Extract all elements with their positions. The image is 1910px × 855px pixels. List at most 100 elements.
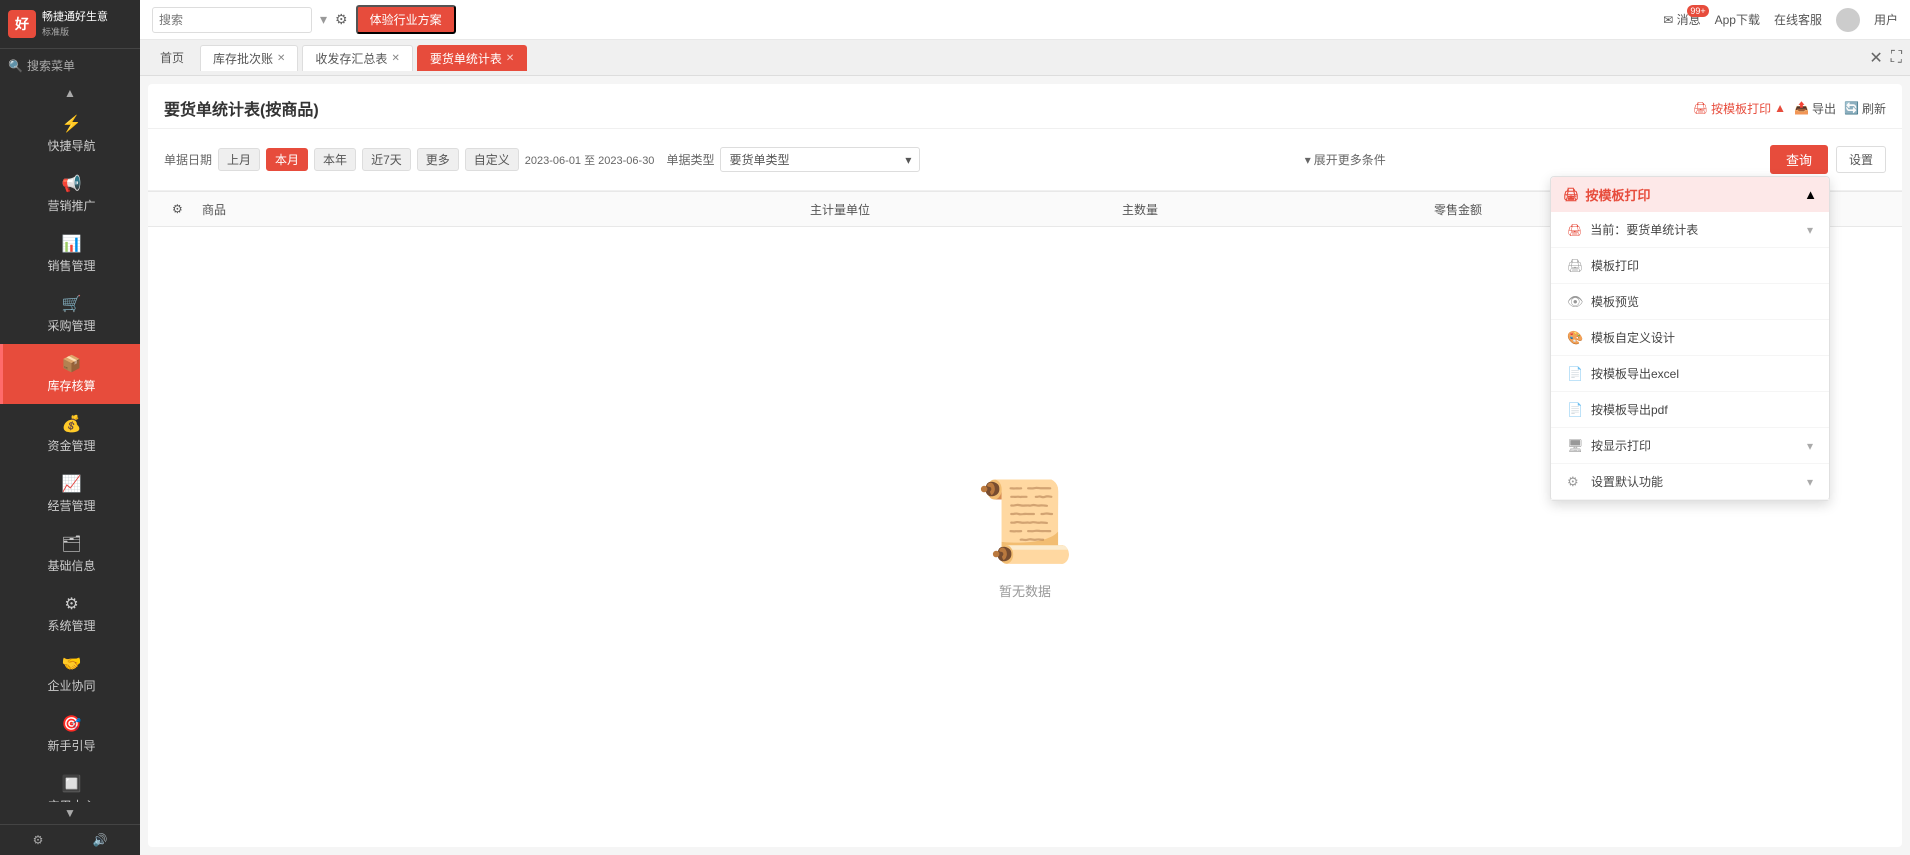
- tabs-bar: 首页 库存批次账 ✕ 收发存汇总表 ✕ 要货单统计表 ✕ ✕ ⛶: [140, 40, 1910, 76]
- display-print-expand-icon: ▾: [1807, 439, 1813, 453]
- tab-order-stats-close[interactable]: ✕: [506, 53, 514, 64]
- search-input[interactable]: [152, 7, 312, 33]
- print-menu-icon: 🖨: [1563, 187, 1580, 203]
- date-btn-prev-month[interactable]: 上月: [218, 148, 260, 171]
- close-window-btn[interactable]: ✕: [1869, 48, 1882, 68]
- finance-icon: 💰: [62, 414, 82, 434]
- display-print-label: 按显示打印: [1591, 437, 1651, 454]
- sidebar-item-basic[interactable]: 🗂 基础信息: [0, 524, 140, 584]
- settings-gear-icon[interactable]: ⚙: [335, 11, 348, 28]
- dropdown-collapse-icon[interactable]: ▲: [1804, 187, 1817, 202]
- sidebar-item-purchase[interactable]: 🛒 采购管理: [0, 284, 140, 344]
- scroll-down-btn[interactable]: ▼: [0, 802, 140, 824]
- tab-order-stats[interactable]: 要货单统计表 ✕: [417, 45, 527, 71]
- type-filter-select[interactable]: 要货单类型 ▾: [720, 147, 920, 172]
- marketing-icon: 📢: [62, 174, 82, 194]
- date-btn-current-year[interactable]: 本年: [314, 148, 356, 171]
- empty-text: 暂无数据: [999, 581, 1051, 600]
- dropdown-arrow-icon[interactable]: ▾: [320, 11, 327, 28]
- export-pdf-icon: 📄: [1567, 402, 1583, 418]
- date-btn-custom[interactable]: 自定义: [465, 148, 519, 171]
- dropdown-item-template-design[interactable]: 🎨 模板自定义设计: [1551, 320, 1829, 356]
- sidebar-item-label: 新手引导: [47, 737, 95, 754]
- template-preview-icon: 👁: [1567, 294, 1583, 310]
- sidebar-item-finance[interactable]: 💰 资金管理: [0, 404, 140, 464]
- setting-btn[interactable]: 设置: [1836, 146, 1886, 173]
- template-design-icon: 🎨: [1567, 330, 1583, 346]
- topbar: ▾ ⚙ 体验行业方案 ✉ 99+ 消息 App下载 在线客服 用户: [140, 0, 1910, 40]
- dropdown-item-export-excel[interactable]: 📄 按模板导出excel: [1551, 356, 1829, 392]
- tab-home[interactable]: 首页: [148, 45, 196, 70]
- display-print-icon: 🖥: [1567, 438, 1583, 454]
- online-service-btn[interactable]: 在线客服: [1774, 11, 1822, 28]
- dropdown-item-set-default[interactable]: ⚙ 设置默认功能 ▾: [1551, 464, 1829, 500]
- sidebar-item-sales[interactable]: 📊 销售管理: [0, 224, 140, 284]
- col-qty: 主数量: [1114, 201, 1426, 218]
- tab-inventory-batch[interactable]: 库存批次账 ✕: [200, 45, 298, 71]
- sidebar-item-operation[interactable]: 📈 经营管理: [0, 464, 140, 524]
- trial-btn[interactable]: 体验行业方案: [356, 5, 456, 34]
- search-icon: 🔍: [8, 59, 23, 73]
- messages-btn[interactable]: ✉ 99+ 消息: [1663, 11, 1700, 28]
- sidebar-item-label: 资金管理: [47, 437, 95, 454]
- search-menu[interactable]: 🔍 搜索菜单: [0, 49, 140, 82]
- dropdown-item-template-preview[interactable]: 👁 模板预览: [1551, 284, 1829, 320]
- avatar[interactable]: [1836, 8, 1860, 32]
- current-label-icon: 🖨: [1567, 223, 1582, 237]
- sidebar-nav: ⚡ 快捷导航 📢 营销推广 📊 销售管理 🛒 采购管理 📦 库存核算 💰 资金管…: [0, 104, 140, 802]
- dropdown-item-display-print[interactable]: 🖥 按显示打印 ▾: [1551, 428, 1829, 464]
- settings-btn[interactable]: ⚙: [33, 833, 44, 847]
- print-dropdown-icon[interactable]: ▲: [1774, 101, 1786, 115]
- export-pdf-label: 按模板导出pdf: [1591, 401, 1668, 418]
- current-expand-icon[interactable]: ▾: [1807, 223, 1813, 237]
- sidebar-item-apps[interactable]: 🔲 应用中心: [0, 764, 140, 802]
- sidebar-item-guide[interactable]: 🎯 新手引导: [0, 704, 140, 764]
- date-range-display: 2023-06-01 至 2023-06-30: [525, 152, 655, 168]
- dropdown-header[interactable]: 🖨 按模板打印 ▲: [1551, 177, 1829, 212]
- sidebar-item-inventory[interactable]: 📦 库存核算: [0, 344, 140, 404]
- message-icon: ✉: [1663, 13, 1673, 27]
- expand-btn-label: 展开更多条件: [1314, 151, 1386, 168]
- template-print-icon: 🖨: [1567, 258, 1583, 274]
- tab-collect-summary-close[interactable]: ✕: [391, 53, 399, 64]
- export-btn[interactable]: 📤 导出: [1794, 100, 1836, 117]
- print-btn[interactable]: 🖨 按模板打印 ▲: [1693, 100, 1786, 117]
- tab-order-stats-label: 要货单统计表: [430, 50, 502, 67]
- sidebar-item-system[interactable]: ⚙ 系统管理: [0, 584, 140, 644]
- tab-collect-summary[interactable]: 收发存汇总表 ✕: [302, 45, 412, 71]
- dropdown-header-left: 🖨 按模板打印: [1563, 185, 1651, 204]
- expand-window-btn[interactable]: ⛶: [1891, 49, 1902, 67]
- date-btn-current-month[interactable]: 本月: [266, 148, 308, 171]
- refresh-icon: 🔄: [1844, 101, 1859, 115]
- basic-icon: 🗂: [61, 534, 81, 554]
- sidebar-item-collab[interactable]: 🤝 企业协同: [0, 644, 140, 704]
- print-icon: 🖨: [1693, 101, 1708, 115]
- set-default-expand-icon: ▾: [1807, 475, 1813, 489]
- template-print-label: 模板打印: [1591, 257, 1639, 274]
- sidebar-item-marketing[interactable]: 📢 营销推广: [0, 164, 140, 224]
- expand-more-btn[interactable]: ▾ 展开更多条件: [1293, 147, 1398, 172]
- dropdown-item-export-pdf[interactable]: 📄 按模板导出pdf: [1551, 392, 1829, 428]
- select-dropdown-icon: ▾: [905, 153, 911, 167]
- logo-icon: 好: [8, 10, 36, 38]
- refresh-btn[interactable]: 🔄 刷新: [1844, 100, 1886, 117]
- date-btn-more[interactable]: 更多: [417, 148, 459, 171]
- tab-inventory-batch-close[interactable]: ✕: [277, 53, 285, 64]
- app-name: 畅捷通好生意: [42, 10, 108, 24]
- topbar-right: ✉ 99+ 消息 App下载 在线客服 用户: [1663, 8, 1898, 32]
- page-header: 要货单统计表(按商品) 🖨 按模板打印 ▲ 📤 导出 🔄 刷新: [148, 84, 1902, 129]
- scroll-up-btn[interactable]: ▲: [0, 82, 140, 104]
- dropdown-item-template-print[interactable]: 🖨 模板打印: [1551, 248, 1829, 284]
- sidebar-item-label: 采购管理: [47, 317, 95, 334]
- username-label: 用户: [1874, 11, 1898, 28]
- sidebar-item-quick-nav[interactable]: ⚡ 快捷导航: [0, 104, 140, 164]
- purchase-icon: 🛒: [62, 294, 82, 314]
- empty-illustration: 📜: [975, 475, 1075, 569]
- query-btn[interactable]: 查询: [1770, 145, 1828, 174]
- tab-inventory-batch-label: 库存批次账: [213, 50, 273, 67]
- sound-btn[interactable]: 🔊: [92, 833, 107, 847]
- date-btn-7days[interactable]: 近7天: [362, 148, 411, 171]
- app-logo: 好 畅捷通好生意 标准版: [0, 0, 140, 49]
- app-download-btn[interactable]: App下载: [1715, 11, 1760, 28]
- col-settings[interactable]: ⚙: [164, 202, 194, 216]
